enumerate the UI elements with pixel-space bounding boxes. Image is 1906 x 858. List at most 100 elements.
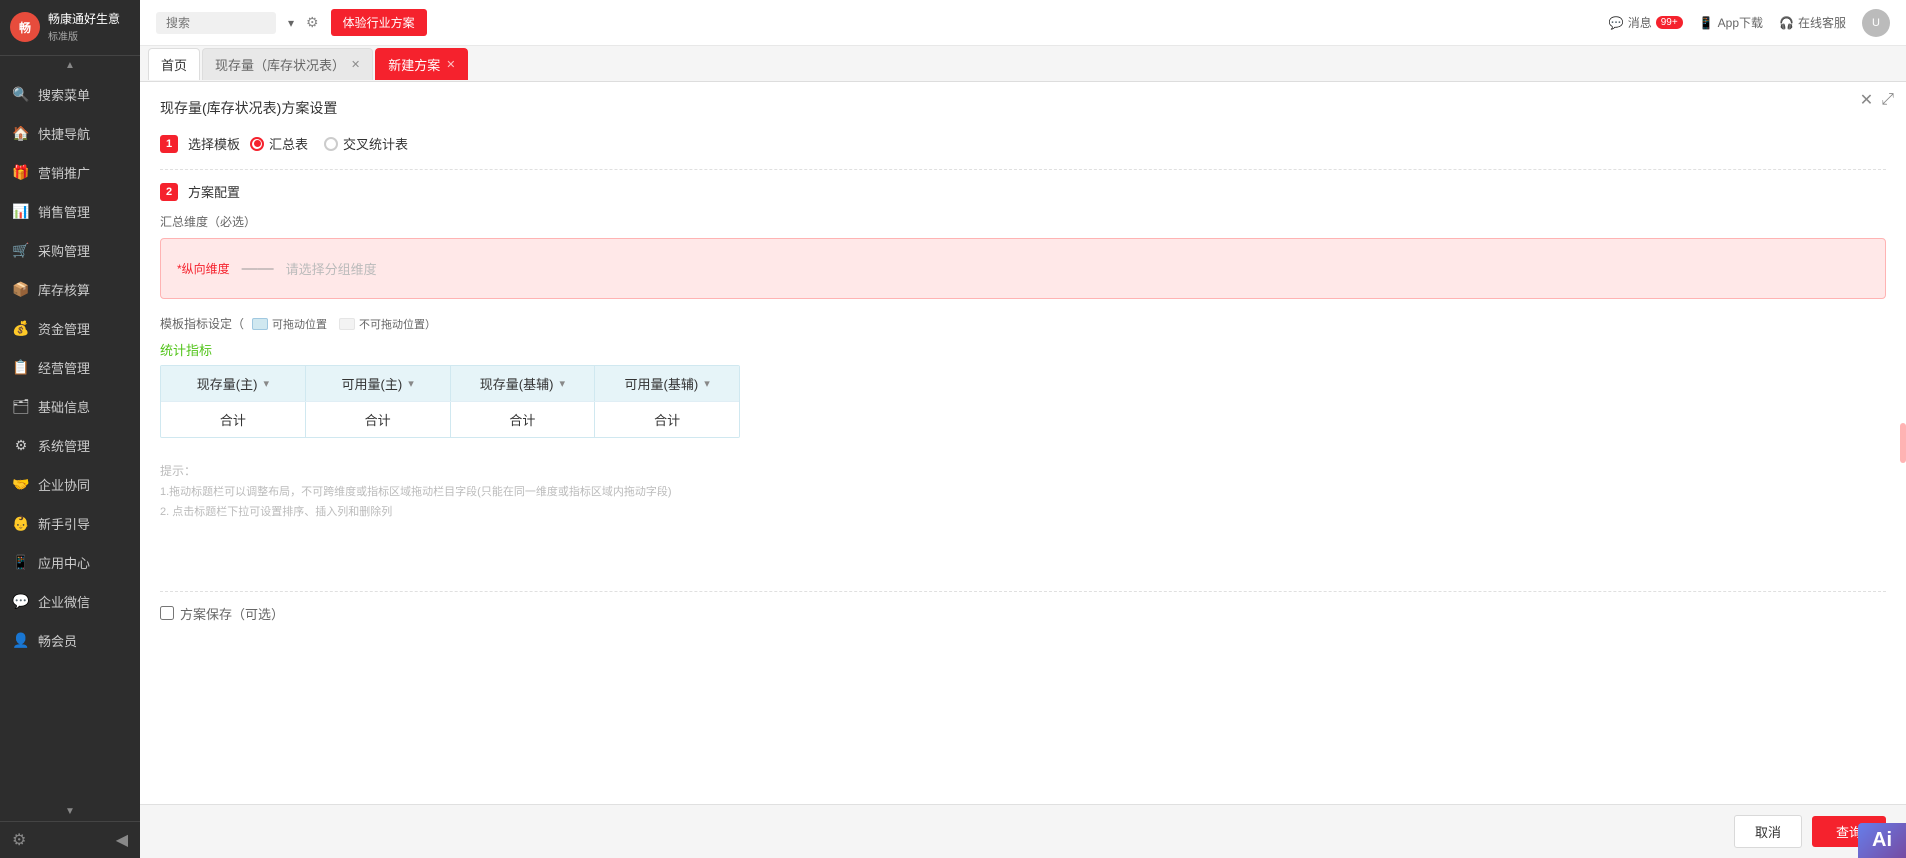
sidebar-item-member[interactable]: 👤 畅会员: [0, 621, 140, 660]
save-option: 方案保存（可选）: [160, 604, 1886, 623]
tab-home[interactable]: 首页: [148, 48, 200, 80]
legend-nodrag-item: 不可拖动位置）: [339, 316, 436, 332]
sidebar-item-search[interactable]: 🔍 搜索菜单: [0, 75, 140, 114]
chart-icon: 📊: [12, 202, 30, 220]
user-avatar[interactable]: U: [1862, 9, 1890, 37]
col1-dropdown-icon[interactable]: ▾: [263, 377, 269, 390]
sidebar-scroll-down[interactable]: ▼: [0, 802, 140, 821]
page-content: 现存量(库存状况表)方案设置 1 选择模板 汇总表: [140, 82, 1906, 639]
sidebar-logo: 畅 畅康通好生意 标准版: [0, 0, 140, 56]
message-button[interactable]: 💬 消息 99+: [1609, 14, 1683, 31]
tab-inventory-status[interactable]: 现存量（库存状况表） ✕: [202, 48, 373, 80]
sidebar-item-finance[interactable]: 💰 资金管理: [0, 309, 140, 348]
trial-button[interactable]: 体验行业方案: [331, 9, 427, 36]
radio-summary[interactable]: 汇总表: [250, 134, 308, 153]
home-icon: 🏠: [12, 124, 30, 142]
stats-col4-label: 可用量(基辅): [625, 374, 699, 393]
app-icon: 📱: [12, 553, 30, 571]
radio-cross-circle: [324, 137, 338, 151]
gear-icon[interactable]: ⚙: [306, 14, 319, 31]
dimension-placeholder: 请选择分组维度: [286, 259, 377, 278]
close-tab-new-plan[interactable]: ✕: [446, 58, 455, 71]
step1-header: 1 选择模板 汇总表 交叉统计表: [160, 134, 1886, 153]
radio-summary-circle: [250, 137, 264, 151]
gear-icon: ⚙: [12, 436, 30, 454]
settings-icon[interactable]: ⚙: [12, 830, 26, 850]
col3-dropdown-icon[interactable]: ▾: [559, 377, 565, 390]
sidebar-item-enterprise[interactable]: 🤝 企业协同: [0, 465, 140, 504]
wechat-icon: 💬: [12, 592, 30, 610]
sidebar-item-system[interactable]: ⚙ 系统管理: [0, 426, 140, 465]
step1-section: 1 选择模板 汇总表 交叉统计表: [160, 134, 1886, 153]
sidebar-item-newbie[interactable]: 👶 新手引导: [0, 504, 140, 543]
sidebar-item-label: 应用中心: [38, 553, 90, 572]
app-version: 标准版: [48, 28, 120, 43]
sidebar-item-sales[interactable]: 📊 销售管理: [0, 192, 140, 231]
window-controls: ✕ ⤢: [1860, 90, 1894, 110]
indicator-label: 模板指标设定（ 可拖动位置 不可拖动位置）: [160, 315, 1886, 332]
sidebar-nav: 🔍 搜索菜单 🏠 快捷导航 🎁 营销推广 📊 销售管理 🛒 采购管理 📦 库存核…: [0, 75, 140, 802]
sidebar-item-label: 经营管理: [38, 358, 90, 377]
sidebar-item-label: 营销推广: [38, 163, 90, 182]
sidebar-item-basic[interactable]: 🗂 基础信息: [0, 387, 140, 426]
dimension-required: *纵向维度: [177, 260, 230, 277]
stats-col2-label: 可用量(主): [342, 374, 403, 393]
sidebar-item-operations[interactable]: 📋 经营管理: [0, 348, 140, 387]
sidebar-item-shortcut[interactable]: 🏠 快捷导航: [0, 114, 140, 153]
sidebar-scroll-up[interactable]: ▲: [0, 56, 140, 75]
sidebar-item-appcenter[interactable]: 📱 应用中心: [0, 543, 140, 582]
sidebar-item-wechat[interactable]: 💬 企业微信: [0, 582, 140, 621]
stats-table: 现存量(主) ▾ 可用量(主) ▾ 现存量(基辅) ▾: [160, 365, 740, 438]
col4-dropdown-icon[interactable]: ▾: [704, 377, 710, 390]
close-window-button[interactable]: ✕: [1860, 90, 1873, 110]
cancel-button[interactable]: 取消: [1734, 815, 1802, 848]
page-title: 现存量(库存状况表)方案设置: [160, 98, 1886, 118]
tips-section: 提示： 1.拖动标题栏可以调整布局，不可跨维度或指标区域拖动栏目字段(只能在同一…: [160, 454, 1886, 531]
col2-dropdown-icon[interactable]: ▾: [408, 377, 414, 390]
dropdown-button[interactable]: ▾: [288, 16, 294, 30]
cart-icon: 🛒: [12, 241, 30, 259]
stats-col2-header[interactable]: 可用量(主) ▾: [306, 366, 451, 401]
app-name: 畅康通好生意: [48, 12, 120, 28]
legend-nodrag-box: [339, 318, 355, 330]
stats-col3-header[interactable]: 现存量(基辅) ▾: [451, 366, 596, 401]
legend-drag-label: 可拖动位置: [272, 316, 327, 332]
sidebar-item-label: 新手引导: [38, 514, 90, 533]
footer: 取消 查询: [140, 804, 1906, 858]
topbar-right: 💬 消息 99+ 📱 App下载 🎧 在线客服 U: [1609, 9, 1890, 37]
sidebar-item-inventory[interactable]: 📦 库存核算: [0, 270, 140, 309]
close-tab-inventory[interactable]: ✕: [351, 58, 360, 71]
step1-badge: 1: [160, 135, 178, 153]
step2-badge: 2: [160, 183, 178, 201]
right-scroll-hint: [1900, 423, 1906, 463]
app-download-button[interactable]: 📱 App下载: [1699, 14, 1763, 31]
step2-section: 2 方案配置 汇总维度（必选） *纵向维度 —— 请选择分组维度 模板指标设定（: [160, 182, 1886, 531]
legend-nodrag-label: 不可拖动位置）: [359, 316, 436, 332]
dimension-arrow: ——: [242, 260, 274, 278]
customer-service-button[interactable]: 🎧 在线客服: [1779, 14, 1846, 31]
radio-cross[interactable]: 交叉统计表: [324, 134, 408, 153]
search-input[interactable]: [156, 12, 276, 34]
stats-col1-header[interactable]: 现存量(主) ▾: [161, 366, 306, 401]
legend-drag-item: 可拖动位置: [252, 316, 327, 332]
save-checkbox[interactable]: [160, 606, 174, 620]
stats-col1-label: 现存量(主): [197, 374, 258, 393]
stats-section: 统计指标 现存量(主) ▾ 可用量(主) ▾: [160, 340, 1886, 438]
tips-item-1: 1.拖动标题栏可以调整布局，不可跨维度或指标区域拖动栏目字段(只能在同一维度或指…: [160, 483, 1886, 503]
expand-window-button[interactable]: ⤢: [1881, 90, 1894, 110]
section-divider-2: [160, 591, 1886, 592]
sidebar-item-purchase[interactable]: 🛒 采购管理: [0, 231, 140, 270]
sidebar-item-marketing[interactable]: 🎁 营销推广: [0, 153, 140, 192]
tab-new-plan-label: 新建方案: [388, 55, 440, 74]
ai-badge[interactable]: Ai: [1858, 823, 1906, 858]
dimension-box: *纵向维度 —— 请选择分组维度: [160, 238, 1886, 299]
sidebar-item-label: 搜索菜单: [38, 85, 90, 104]
headset-icon: 🎧: [1779, 16, 1794, 30]
tab-new-plan[interactable]: 新建方案 ✕: [375, 48, 468, 80]
collapse-icon[interactable]: ◀: [116, 830, 128, 850]
clipboard-icon: 📋: [12, 358, 30, 376]
sidebar-item-label: 企业微信: [38, 592, 90, 611]
stats-col4-header[interactable]: 可用量(基辅) ▾: [595, 366, 739, 401]
box-icon: 📦: [12, 280, 30, 298]
topbar: ▾ ⚙ 体验行业方案 💬 消息 99+ 📱 App下载 🎧 在线客服 U: [140, 0, 1906, 46]
